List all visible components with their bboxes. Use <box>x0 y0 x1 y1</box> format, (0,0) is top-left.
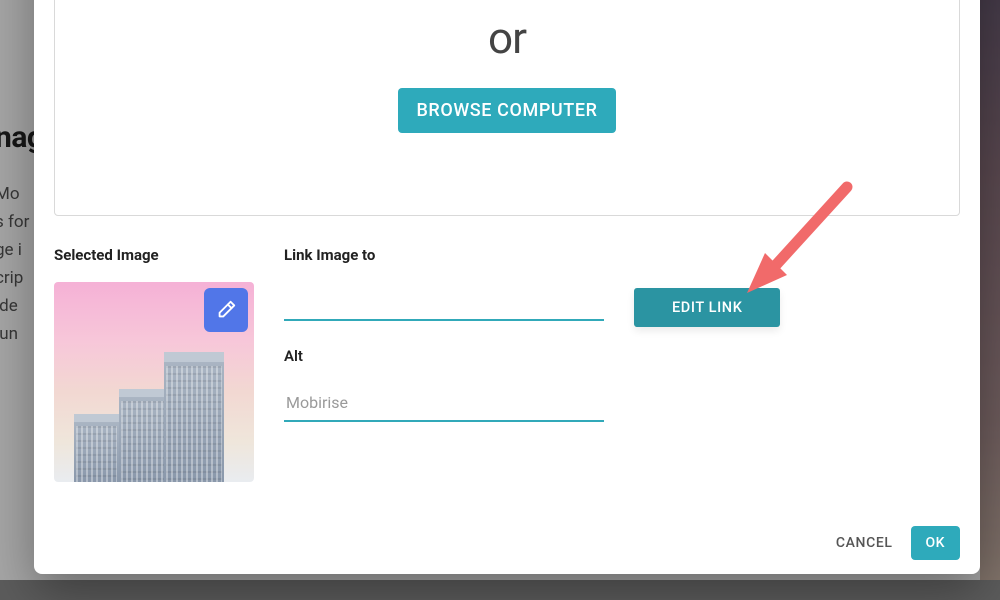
image-selector-modal: or BROWSE COMPUTER Selected Image <box>34 0 980 574</box>
file-dropzone[interactable]: or BROWSE COMPUTER <box>54 0 960 216</box>
link-image-input[interactable] <box>284 282 604 321</box>
image-fields-column: Link Image to Alt <box>284 246 604 482</box>
thumbnail-buildings <box>74 352 244 482</box>
or-separator: or <box>488 12 526 64</box>
ok-button[interactable]: OK <box>911 526 961 560</box>
selected-image-thumbnail[interactable] <box>54 282 254 482</box>
edit-link-button[interactable]: EDIT LINK <box>634 288 780 327</box>
selected-image-label: Selected Image <box>54 246 254 264</box>
edit-link-column: EDIT LINK <box>634 246 960 482</box>
selected-image-column: Selected Image <box>54 246 254 482</box>
link-image-label: Link Image to <box>284 246 604 264</box>
image-form-area: Selected Image Link Image to <box>54 246 960 482</box>
edit-image-button[interactable] <box>204 288 248 332</box>
alt-input[interactable] <box>284 383 604 422</box>
pencil-icon <box>215 299 237 321</box>
alt-label: Alt <box>284 347 604 365</box>
modal-footer: CANCEL OK <box>836 526 960 560</box>
cancel-button[interactable]: CANCEL <box>836 535 893 551</box>
browse-computer-button[interactable]: BROWSE COMPUTER <box>398 88 615 133</box>
